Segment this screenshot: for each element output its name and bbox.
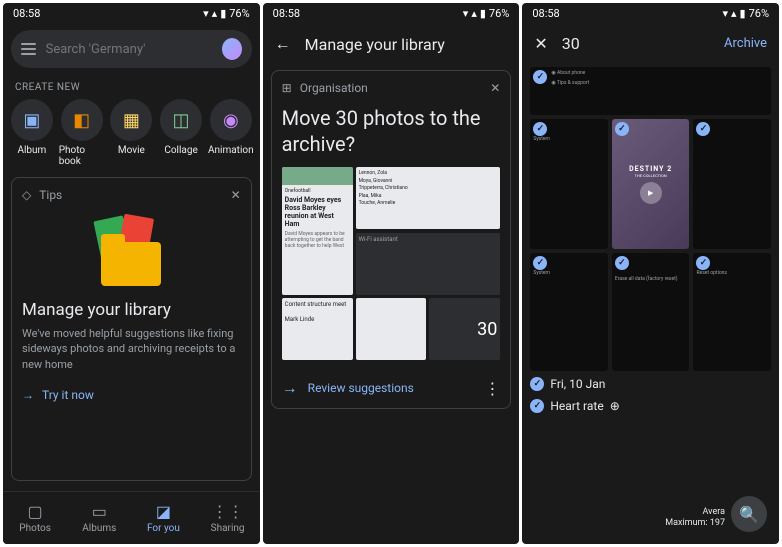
review-suggestions-button[interactable]: Review suggestions bbox=[308, 381, 475, 395]
thumb-content[interactable]: Content structure meet Mark Linde bbox=[282, 298, 353, 360]
magnify-icon: 🔍 bbox=[739, 505, 759, 524]
tips-label: Tips bbox=[39, 188, 62, 202]
archive-icon: ⊞ bbox=[282, 81, 292, 95]
lightbulb-icon: ◇ bbox=[22, 188, 31, 202]
heart-rate-row[interactable]: ✓ Heart rate ⊕ bbox=[530, 397, 771, 415]
status-time: 08:58 bbox=[532, 7, 559, 20]
check-icon: ✓ bbox=[615, 256, 629, 270]
create-movie[interactable]: ▦Movie bbox=[108, 99, 154, 167]
more-icon[interactable]: ⋮ bbox=[484, 379, 500, 398]
stats-overlay: Avera Maximum: 197 bbox=[665, 507, 725, 530]
tips-card: ◇ Tips ✕ Manage your library We've moved… bbox=[11, 177, 252, 481]
nav-photos[interactable]: ▢Photos bbox=[3, 498, 67, 538]
menu-icon[interactable] bbox=[21, 43, 36, 55]
close-icon[interactable]: ✕ bbox=[534, 34, 547, 53]
for-you-icon: ◪ bbox=[156, 502, 171, 521]
battery-text: 76% bbox=[229, 7, 249, 20]
battery-icon: ▮ bbox=[220, 7, 226, 20]
photo-item[interactable]: ✓ Reset options bbox=[693, 253, 771, 371]
folder-illustration bbox=[91, 216, 171, 286]
create-photo-book[interactable]: ◧Photo book bbox=[59, 99, 105, 167]
page-title: Manage your library bbox=[305, 35, 445, 54]
organisation-card: ⊞ Organisation ✕ Move 30 photos to the a… bbox=[271, 70, 512, 409]
photo-item[interactable]: ✓ bbox=[693, 119, 771, 249]
check-icon: ✓ bbox=[696, 122, 710, 136]
photos-icon: ▢ bbox=[28, 502, 43, 521]
thumb-wifi[interactable]: Wi-Fi assistant bbox=[356, 233, 501, 295]
check-icon: ✓ bbox=[533, 70, 547, 84]
back-icon[interactable]: ← bbox=[275, 34, 291, 54]
search-bar[interactable] bbox=[11, 30, 252, 68]
bottom-nav: ▢Photos ▭Albums ◪For you ⋮⋮Sharing bbox=[3, 491, 260, 544]
status-bar: 08:58 ▾▴▮76% bbox=[522, 3, 779, 24]
zoom-fab[interactable]: 🔍 bbox=[731, 496, 767, 532]
nav-sharing[interactable]: ⋮⋮Sharing bbox=[196, 498, 260, 538]
photo-item[interactable]: ✓ System bbox=[530, 253, 608, 371]
albums-icon: ▭ bbox=[92, 502, 107, 521]
selection-grid: ✓ ◉ About phone ◉ Tips & support ✓ Syste… bbox=[522, 63, 779, 544]
sharing-icon: ⋮⋮ bbox=[212, 502, 244, 521]
screen-archive-selection: 08:58 ▾▴▮76% ✕ 30 Archive ✓ ◉ About phon… bbox=[522, 3, 779, 544]
tips-description: We've moved helpful suggestions like fix… bbox=[22, 326, 241, 372]
organisation-title: Move 30 photos to the archive? bbox=[282, 105, 501, 157]
nav-for-you[interactable]: ◪For you bbox=[131, 498, 195, 538]
wifi-icon: ▾ bbox=[203, 7, 209, 20]
close-icon[interactable]: ✕ bbox=[231, 188, 241, 202]
selection-count: 30 bbox=[562, 34, 710, 53]
photo-item[interactable]: ✓ System bbox=[530, 119, 608, 249]
arrow-right-icon: → bbox=[22, 388, 34, 402]
status-icons: ▾ ▴ ▮ 76% bbox=[203, 7, 250, 20]
archive-button[interactable]: Archive bbox=[724, 36, 767, 51]
organisation-label: Organisation bbox=[300, 81, 368, 95]
check-icon: ✓ bbox=[533, 122, 547, 136]
create-new-label: CREATE NEW bbox=[3, 74, 260, 99]
check-icon: ✓ bbox=[530, 377, 544, 391]
status-time: 08:58 bbox=[13, 7, 40, 20]
play-icon: ▶ bbox=[640, 182, 662, 204]
selection-bar: ✕ 30 Archive bbox=[522, 24, 779, 63]
photo-item[interactable]: ✓ ◉ About phone ◉ Tips & support bbox=[530, 67, 771, 115]
check-icon: ✓ bbox=[533, 256, 547, 270]
avatar[interactable] bbox=[222, 38, 242, 60]
thumb-contacts[interactable]: Lennon, Zola Moya, Giovanni Trippeterra,… bbox=[356, 167, 501, 229]
create-animation[interactable]: ◉Animation bbox=[208, 99, 254, 167]
status-bar: 08:58 ▾ ▴ ▮ 76% bbox=[3, 3, 260, 24]
date-header[interactable]: ✓ Fri, 10 Jan bbox=[530, 375, 771, 393]
signal-icon: ▴ bbox=[212, 7, 218, 20]
create-collage[interactable]: ◫Collage bbox=[158, 99, 204, 167]
nav-albums[interactable]: ▭Albums bbox=[67, 498, 131, 538]
photo-item[interactable]: ✓ Erase all data (factory reset) bbox=[612, 253, 690, 371]
search-input[interactable] bbox=[46, 42, 212, 57]
check-icon: ✓ bbox=[530, 399, 544, 413]
create-row: ▣Album ◧Photo book ▦Movie ◫Collage ◉Anim… bbox=[3, 99, 260, 167]
app-bar: ← Manage your library bbox=[263, 24, 520, 64]
status-time: 08:58 bbox=[273, 7, 300, 20]
check-icon: ✓ bbox=[696, 256, 710, 270]
close-icon[interactable]: ✕ bbox=[490, 81, 500, 95]
screen-manage-library: 08:58 ▾▴▮76% ← Manage your library ⊞ Org… bbox=[263, 3, 520, 544]
screen-for-you: 08:58 ▾ ▴ ▮ 76% CREATE NEW ▣Album ◧Photo… bbox=[3, 3, 260, 544]
thumb-list[interactable] bbox=[356, 298, 427, 360]
arrow-right-icon: → bbox=[282, 378, 298, 398]
tips-title: Manage your library bbox=[22, 300, 241, 320]
status-bar: 08:58 ▾▴▮76% bbox=[263, 3, 520, 24]
search-small-icon: ⊕ bbox=[610, 399, 620, 413]
thumb-article[interactable]: Onefootball David Moyes eyes Ross Barkle… bbox=[282, 167, 353, 295]
try-it-now-button[interactable]: → Try it now bbox=[22, 388, 241, 402]
check-icon: ✓ bbox=[615, 122, 629, 136]
thumb-number[interactable]: 30 bbox=[429, 298, 500, 360]
thumbnail-grid: Onefootball David Moyes eyes Ross Barkle… bbox=[282, 167, 501, 360]
photo-item-destiny[interactable]: ✓ DESTINY 2 THE COLLECTION ▶ bbox=[612, 119, 690, 249]
create-album[interactable]: ▣Album bbox=[9, 99, 55, 167]
